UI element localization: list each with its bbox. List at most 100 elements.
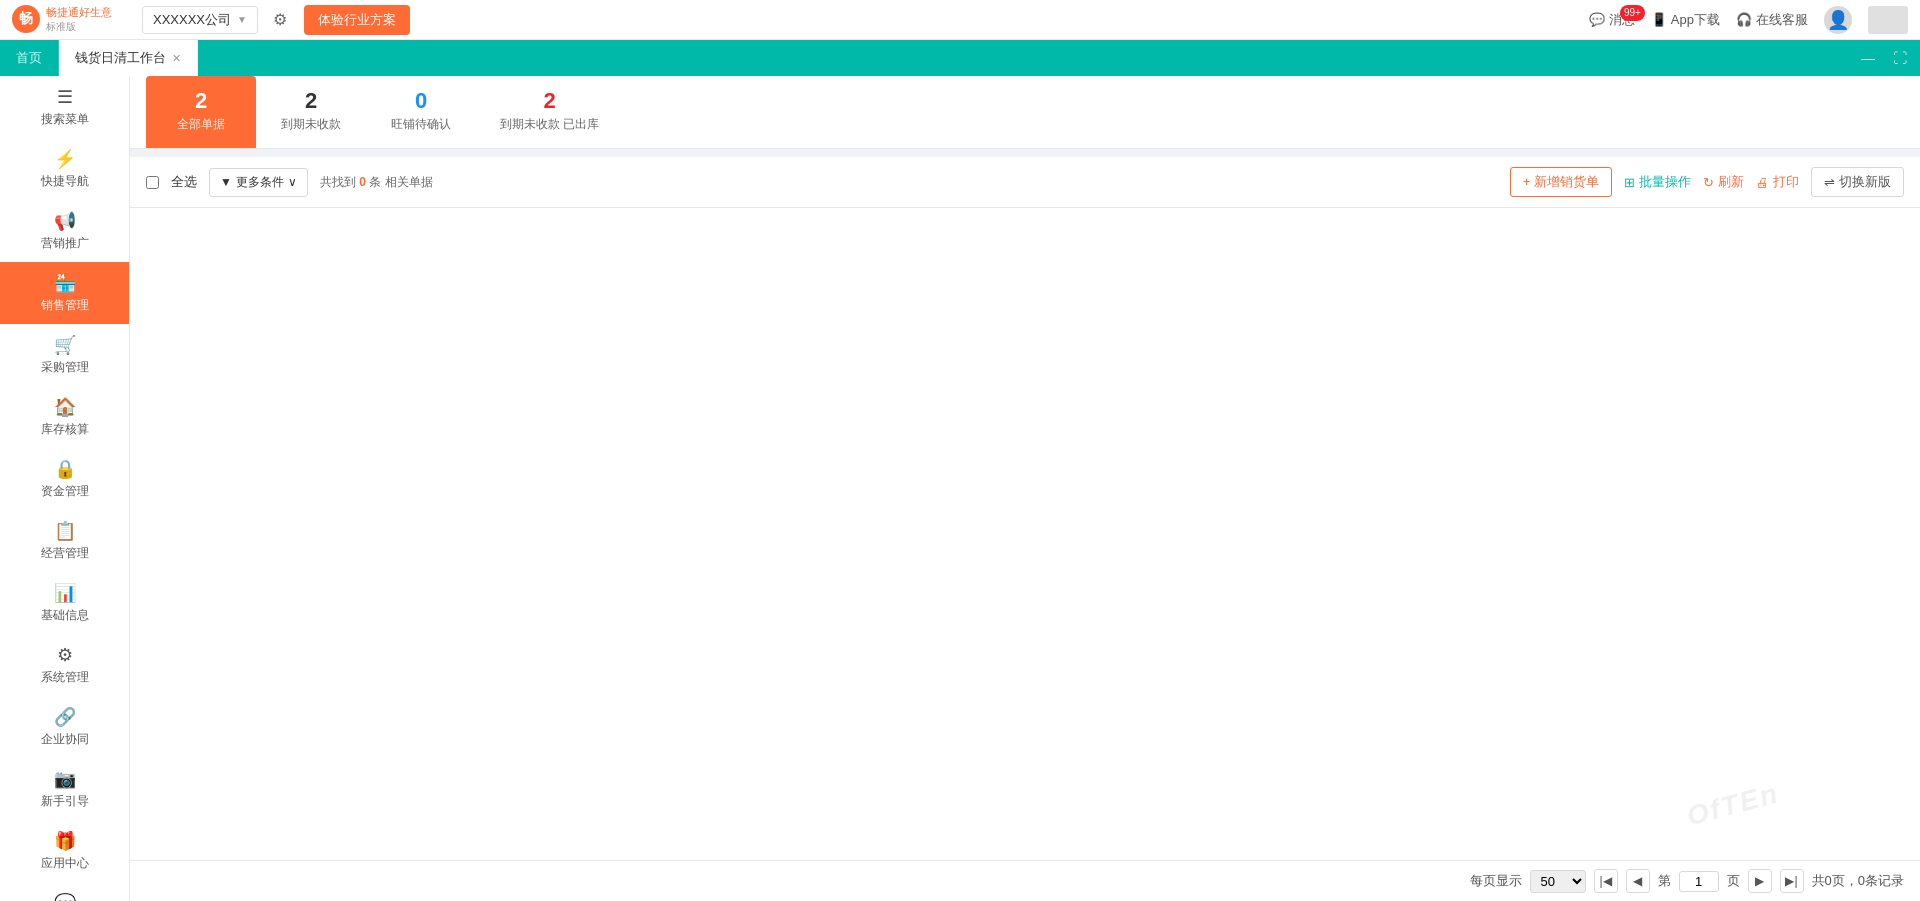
main-layout: ☰ 搜索菜单 ⚡ 快捷导航 📢 营销推广 🏪 销售管理 🛒 采购管理 🏠 库存核… — [0, 76, 1920, 901]
per-page-select[interactable]: 50 100 200 — [1530, 870, 1586, 893]
total-records-label: 共0页，0条记录 — [1812, 872, 1904, 890]
stats-tabs: 2 全部单据 2 到期未收款 0 旺铺待确认 2 到期未收款 已出库 — [130, 76, 1920, 149]
found-count: 0 — [359, 175, 366, 189]
pagination-bar: 每页显示 50 100 200 |◀ ◀ 第 页 ▶ ▶| 共0页，0条记录 — [130, 860, 1920, 901]
purchase-icon: 🛒 — [54, 334, 76, 356]
download-icon: 📱 — [1651, 12, 1667, 27]
sidebar: ☰ 搜索菜单 ⚡ 快捷导航 📢 营销推广 🏪 销售管理 🛒 采购管理 🏠 库存核… — [0, 76, 130, 901]
print-icon: 🖨 — [1756, 175, 1769, 190]
switch-version-button[interactable]: ⇌ 切换新版 — [1811, 167, 1904, 197]
chevron-down-icon: ▼ — [237, 14, 247, 25]
inventory-icon: 🏠 — [54, 396, 76, 418]
avatar[interactable]: 👤 — [1824, 6, 1852, 34]
basic-info-icon: 📊 — [54, 582, 76, 604]
last-page-button[interactable]: ▶| — [1780, 869, 1804, 893]
stat-all-count: 2 — [170, 88, 232, 114]
sidebar-item-finance[interactable]: 🔒 资金管理 — [0, 448, 129, 510]
messages-button[interactable]: 💬 消息 99+ — [1589, 11, 1635, 29]
select-all-label: 全选 — [171, 173, 197, 191]
tab-home[interactable]: 首页 — [0, 40, 59, 76]
stat-shipped-label: 到期未收款 已出库 — [500, 116, 599, 133]
filter-icon: ▼ — [220, 175, 232, 189]
trial-button[interactable]: 体验行业方案 — [304, 5, 410, 35]
wechat-icon: 💬 — [54, 892, 76, 901]
sidebar-item-collab[interactable]: 🔗 企业协同 — [0, 696, 129, 758]
app-download-button[interactable]: 📱 App下载 — [1651, 11, 1720, 29]
batch-icon: ⊞ — [1624, 175, 1635, 190]
stat-pending-count: 0 — [390, 88, 452, 114]
sidebar-item-search[interactable]: ☰ 搜索菜单 — [0, 76, 129, 138]
messages-badge: 99+ — [1620, 5, 1645, 21]
switch-icon: ⇌ — [1824, 175, 1835, 190]
sidebar-item-sales[interactable]: 🏪 销售管理 — [0, 262, 129, 324]
page-suffix: 页 — [1727, 872, 1740, 890]
sales-icon: 🏪 — [54, 272, 76, 294]
refresh-icon: ↻ — [1703, 175, 1714, 190]
newguide-icon: 📷 — [54, 768, 76, 790]
tab-bar: 首页 钱货日清工作台 ✕ — ⛶ — [0, 40, 1920, 76]
stat-shipped-count: 2 — [500, 88, 599, 114]
appcenter-icon: 🎁 — [54, 830, 76, 852]
content-area: 2 全部单据 2 到期未收款 0 旺铺待确认 2 到期未收款 已出库 全选 ▼ … — [130, 76, 1920, 901]
online-service-button[interactable]: 🎧 在线客服 — [1736, 11, 1808, 29]
finance-icon: 🔒 — [54, 458, 76, 480]
first-page-button[interactable]: |◀ — [1594, 869, 1618, 893]
sidebar-item-inventory[interactable]: 🏠 库存核算 — [0, 386, 129, 448]
stat-tab-pending[interactable]: 0 旺铺待确认 — [366, 76, 476, 148]
next-page-button[interactable]: ▶ — [1748, 869, 1772, 893]
sidebar-item-wechat[interactable]: 💬 企业微信 — [0, 882, 129, 901]
page-label: 第 — [1658, 872, 1671, 890]
table-area — [130, 208, 1920, 860]
chevron-icon: ∨ — [288, 175, 297, 189]
sidebar-item-purchase[interactable]: 🛒 采购管理 — [0, 324, 129, 386]
toolbar-right: + 新增销货单 ⊞ 批量操作 ↻ 刷新 🖨 打印 ⇌ 切换新版 — [1510, 167, 1904, 197]
quicknav-icon: ⚡ — [54, 148, 76, 170]
company-selector[interactable]: XXXXXX公司 ▼ — [142, 6, 258, 34]
logo-text: 畅捷通好生意 标准版 — [46, 5, 112, 33]
collab-icon: 🔗 — [54, 706, 76, 728]
tab-workbench[interactable]: 钱货日清工作台 ✕ — [59, 40, 198, 76]
user-name-area — [1868, 6, 1908, 34]
sidebar-item-basic-info[interactable]: 📊 基础信息 — [0, 572, 129, 634]
company-name: XXXXXX公司 — [153, 11, 231, 29]
tab-expand-button[interactable]: ⛶ — [1888, 46, 1912, 70]
search-icon: ☰ — [57, 86, 73, 108]
sidebar-item-newguide[interactable]: 📷 新手引导 — [0, 758, 129, 820]
sidebar-item-operations[interactable]: 📋 经营管理 — [0, 510, 129, 572]
found-text: 共找到 0 条 相关单据 — [320, 174, 433, 191]
sidebar-item-quicknav[interactable]: ⚡ 快捷导航 — [0, 138, 129, 200]
logo-area: 畅 畅捷通好生意 标准版 — [12, 5, 142, 33]
select-all-checkbox[interactable] — [146, 176, 159, 189]
print-button[interactable]: 🖨 打印 — [1756, 173, 1799, 191]
top-header: 畅 畅捷通好生意 标准版 XXXXXX公司 ▼ ⚙ 体验行业方案 💬 消息 99… — [0, 0, 1920, 40]
tab-actions: — ⛶ — [1856, 46, 1920, 70]
service-icon: 🎧 — [1736, 12, 1752, 27]
refresh-button[interactable]: ↻ 刷新 — [1703, 173, 1744, 191]
stat-overdue-label: 到期未收款 — [280, 116, 342, 133]
logo-icon: 畅 — [12, 5, 40, 33]
more-filters-button[interactable]: ▼ 更多条件 ∨ — [209, 168, 308, 197]
stat-pending-label: 旺铺待确认 — [390, 116, 452, 133]
stat-tab-all[interactable]: 2 全部单据 — [146, 76, 256, 148]
settings-button[interactable]: ⚙ — [266, 6, 294, 34]
page-input[interactable] — [1679, 871, 1719, 892]
sidebar-item-system[interactable]: ⚙ 系统管理 — [0, 634, 129, 696]
header-right: 💬 消息 99+ 📱 App下载 🎧 在线客服 👤 — [1589, 6, 1908, 34]
stat-tab-overdue[interactable]: 2 到期未收款 — [256, 76, 366, 148]
tab-minimize-button[interactable]: — — [1856, 46, 1880, 70]
marketing-icon: 📢 — [54, 210, 76, 232]
message-icon: 💬 — [1589, 12, 1605, 27]
toolbar: 全选 ▼ 更多条件 ∨ 共找到 0 条 相关单据 + 新增销货单 ⊞ 批量操作 — [130, 157, 1920, 208]
prev-page-button[interactable]: ◀ — [1626, 869, 1650, 893]
per-page-label: 每页显示 — [1470, 872, 1522, 890]
system-icon: ⚙ — [57, 644, 73, 666]
sidebar-item-marketing[interactable]: 📢 营销推广 — [0, 200, 129, 262]
sidebar-item-appcenter[interactable]: 🎁 应用中心 — [0, 820, 129, 882]
stat-tab-shipped[interactable]: 2 到期未收款 已出库 — [476, 76, 623, 148]
batch-button[interactable]: ⊞ 批量操作 — [1624, 173, 1691, 191]
operations-icon: 📋 — [54, 520, 76, 542]
stat-all-label: 全部单据 — [170, 116, 232, 133]
new-sale-button[interactable]: + 新增销货单 — [1510, 167, 1612, 197]
tab-close-icon[interactable]: ✕ — [172, 52, 181, 65]
stat-overdue-count: 2 — [280, 88, 342, 114]
